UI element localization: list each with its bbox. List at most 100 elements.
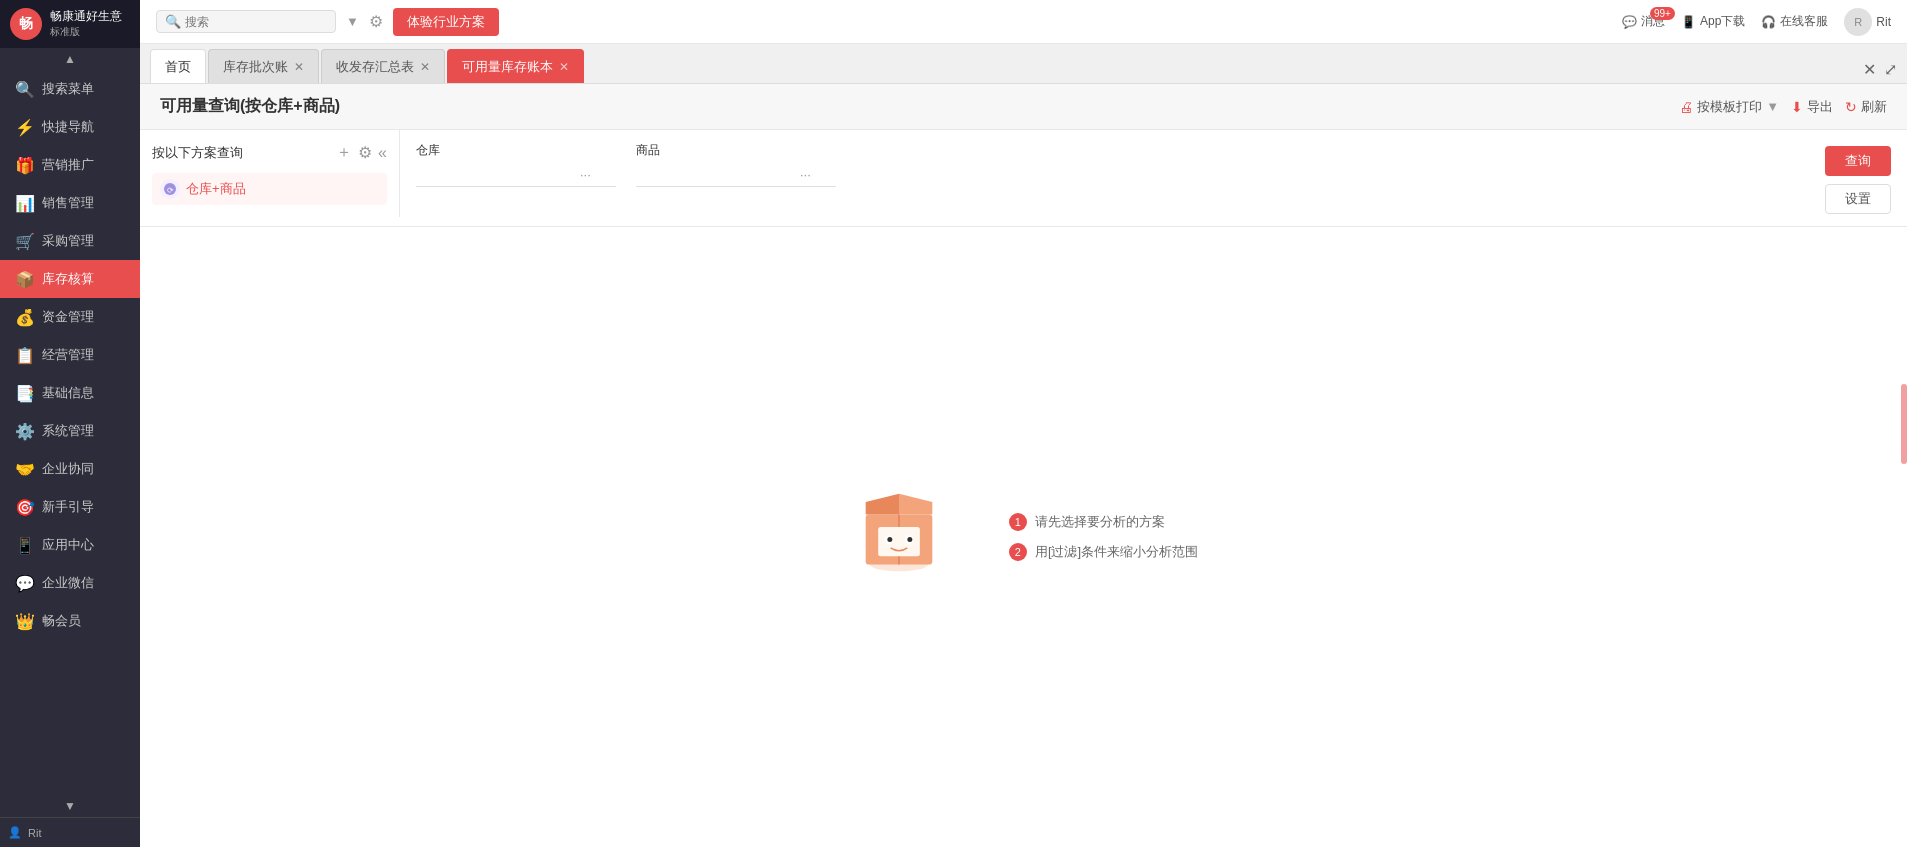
sidebar-item-label: 畅会员 xyxy=(42,612,81,630)
search-icon: 🔍 xyxy=(165,14,181,29)
sidebar-item-purchase[interactable]: 🛒 采购管理 xyxy=(0,222,140,260)
sidebar-item-newbie[interactable]: 🎯 新手引导 xyxy=(0,488,140,526)
sidebar-item-basic-info[interactable]: 📑 基础信息 xyxy=(0,374,140,412)
system-icon: ⚙️ xyxy=(16,422,34,440)
sidebar-item-label: 应用中心 xyxy=(42,536,94,554)
sidebar-item-label: 采购管理 xyxy=(42,232,94,250)
tabbar-right: ✕ ⤢ xyxy=(1863,60,1907,83)
refresh-label: 刷新 xyxy=(1861,98,1887,116)
online-service-button[interactable]: 🎧 在线客服 xyxy=(1761,13,1828,30)
empty-illustration xyxy=(849,477,969,597)
filter-bar: 按以下方案查询 ＋ ⚙ « ⟳ 仓库+商品 仓库 xyxy=(140,130,1907,227)
wechat-icon: 💬 xyxy=(16,574,34,592)
enterprise-icon: 🤝 xyxy=(16,460,34,478)
product-filter-field: 商品 ··· xyxy=(636,142,836,187)
sidebar: 畅 畅康通好生意 标准版 ▲ 🔍 搜索菜单 ⚡ 快捷导航 🎁 营销推广 📊 销售… xyxy=(0,0,140,847)
warehouse-more-button[interactable]: ··· xyxy=(580,167,591,182)
empty-tips: 1 请先选择要分析的方案 2 用[过滤]条件来缩小分析范围 xyxy=(1009,513,1198,561)
warehouse-input-row: ··· xyxy=(416,163,616,187)
finance-icon: 💰 xyxy=(16,308,34,326)
warehouse-label: 仓库 xyxy=(416,142,616,159)
print-dropdown-icon[interactable]: ▼ xyxy=(1766,99,1779,114)
product-more-button[interactable]: ··· xyxy=(800,167,811,182)
sidebar-item-quick-nav[interactable]: ⚡ 快捷导航 xyxy=(0,108,140,146)
refresh-button[interactable]: ↻ 刷新 xyxy=(1845,98,1887,116)
sidebar-item-inventory[interactable]: 📦 库存核算 xyxy=(0,260,140,298)
basic-info-icon: 📑 xyxy=(16,384,34,402)
newbie-icon: 🎯 xyxy=(16,498,34,516)
topbar-settings-icon[interactable]: ⚙ xyxy=(369,12,383,31)
sidebar-item-enterprise[interactable]: 🤝 企业协同 xyxy=(0,450,140,488)
sidebar-item-label: 新手引导 xyxy=(42,498,94,516)
sidebar-subtitle: 标准版 xyxy=(50,25,122,39)
query-button[interactable]: 查询 xyxy=(1825,146,1891,176)
warehouse-input[interactable] xyxy=(416,167,576,182)
sidebar-item-label: 企业微信 xyxy=(42,574,94,592)
quick-nav-icon: ⚡ xyxy=(16,118,34,136)
export-button[interactable]: ⬇ 导出 xyxy=(1791,98,1833,116)
tip-number-2: 2 xyxy=(1009,543,1027,561)
sidebar-scroll-down[interactable]: ▼ xyxy=(0,795,140,817)
user-menu[interactable]: R Rit xyxy=(1844,8,1891,36)
tab-home[interactable]: 首页 xyxy=(150,49,206,83)
collapse-filter-button[interactable]: « xyxy=(378,144,387,162)
message-icon: 💬 xyxy=(1622,15,1637,29)
filter-left-header: 按以下方案查询 ＋ ⚙ « xyxy=(152,142,387,163)
sidebar-footer[interactable]: 👤 Rit xyxy=(0,817,140,847)
sidebar-item-finance[interactable]: 💰 资金管理 xyxy=(0,298,140,336)
sales-icon: 📊 xyxy=(16,194,34,212)
search-input[interactable] xyxy=(185,15,325,29)
topbar-dropdown-icon[interactable]: ▼ xyxy=(346,14,359,29)
sidebar-scroll-up[interactable]: ▲ xyxy=(0,48,140,70)
refresh-icon: ↻ xyxy=(1845,99,1857,115)
close-tab-button[interactable]: ✕ xyxy=(1863,60,1876,79)
topbar-right: 💬 消息 99+ 📱 App下载 🎧 在线客服 R Rit xyxy=(1622,8,1891,36)
service-icon: 🎧 xyxy=(1761,15,1776,29)
sidebar-item-marketing[interactable]: 🎁 营销推广 xyxy=(0,146,140,184)
sidebar-item-label: 资金管理 xyxy=(42,308,94,326)
edit-scheme-button[interactable]: ⚙ xyxy=(358,143,372,162)
page-header: 可用量查询(按仓库+商品) 🖨 按模板打印 ▼ ⬇ 导出 ↻ 刷新 xyxy=(140,84,1907,130)
scheme-item[interactable]: ⟳ 仓库+商品 xyxy=(152,173,387,205)
scheme-icon: ⟳ xyxy=(160,179,180,199)
inventory-icon: 📦 xyxy=(16,270,34,288)
export-icon: ⬇ xyxy=(1791,99,1803,115)
sidebar-item-operations[interactable]: 📋 经营管理 xyxy=(0,336,140,374)
sidebar-item-sales[interactable]: 📊 销售管理 xyxy=(0,184,140,222)
sidebar-item-system[interactable]: ⚙️ 系统管理 xyxy=(0,412,140,450)
message-button[interactable]: 💬 消息 99+ xyxy=(1622,13,1665,30)
svg-marker-5 xyxy=(899,494,932,515)
topbar: 🔍 ▼ ⚙ 体验行业方案 💬 消息 99+ 📱 App下载 🎧 在线客服 R R… xyxy=(140,0,1907,44)
sidebar-item-wechat[interactable]: 💬 企业微信 xyxy=(0,564,140,602)
user-avatar-small: 👤 xyxy=(8,826,22,839)
print-label: 按模板打印 xyxy=(1697,98,1762,116)
topbar-search-box[interactable]: 🔍 xyxy=(156,10,336,33)
content-area: 可用量查询(按仓库+商品) 🖨 按模板打印 ▼ ⬇ 导出 ↻ 刷新 xyxy=(140,84,1907,847)
close-batch-ledger-icon[interactable]: ✕ xyxy=(294,60,304,74)
add-scheme-button[interactable]: ＋ xyxy=(336,142,352,163)
print-icon: 🖨 xyxy=(1679,99,1693,115)
tab-available-ledger[interactable]: 可用量库存账本 ✕ xyxy=(447,49,584,83)
tab-batch-ledger[interactable]: 库存批次账 ✕ xyxy=(208,49,319,83)
sidebar-item-app-center[interactable]: 📱 应用中心 xyxy=(0,526,140,564)
settings-button[interactable]: 设置 xyxy=(1825,184,1891,214)
right-scroll-handle[interactable] xyxy=(1901,384,1907,464)
restore-tab-button[interactable]: ⤢ xyxy=(1884,60,1897,79)
close-receipt-summary-icon[interactable]: ✕ xyxy=(420,60,430,74)
operations-icon: 📋 xyxy=(16,346,34,364)
filter-section-title: 按以下方案查询 xyxy=(152,144,243,162)
sidebar-item-label: 快捷导航 xyxy=(42,118,94,136)
message-badge: 99+ xyxy=(1650,7,1675,20)
print-button[interactable]: 🖨 按模板打印 ▼ xyxy=(1679,98,1779,116)
product-input[interactable] xyxy=(636,167,796,182)
sidebar-item-member[interactable]: 👑 畅会员 xyxy=(0,602,140,640)
tab-receipt-summary[interactable]: 收发存汇总表 ✕ xyxy=(321,49,445,83)
sidebar-item-search[interactable]: 🔍 搜索菜单 xyxy=(0,70,140,108)
app-download-button[interactable]: 📱 App下载 xyxy=(1681,13,1745,30)
app-center-icon: 📱 xyxy=(16,536,34,554)
industry-solution-button[interactable]: 体验行业方案 xyxy=(393,8,499,36)
close-available-ledger-icon[interactable]: ✕ xyxy=(559,60,569,74)
footer-username: Rit xyxy=(28,827,41,839)
sidebar-item-label: 销售管理 xyxy=(42,194,94,212)
filter-left-panel: 按以下方案查询 ＋ ⚙ « ⟳ 仓库+商品 xyxy=(140,130,400,217)
